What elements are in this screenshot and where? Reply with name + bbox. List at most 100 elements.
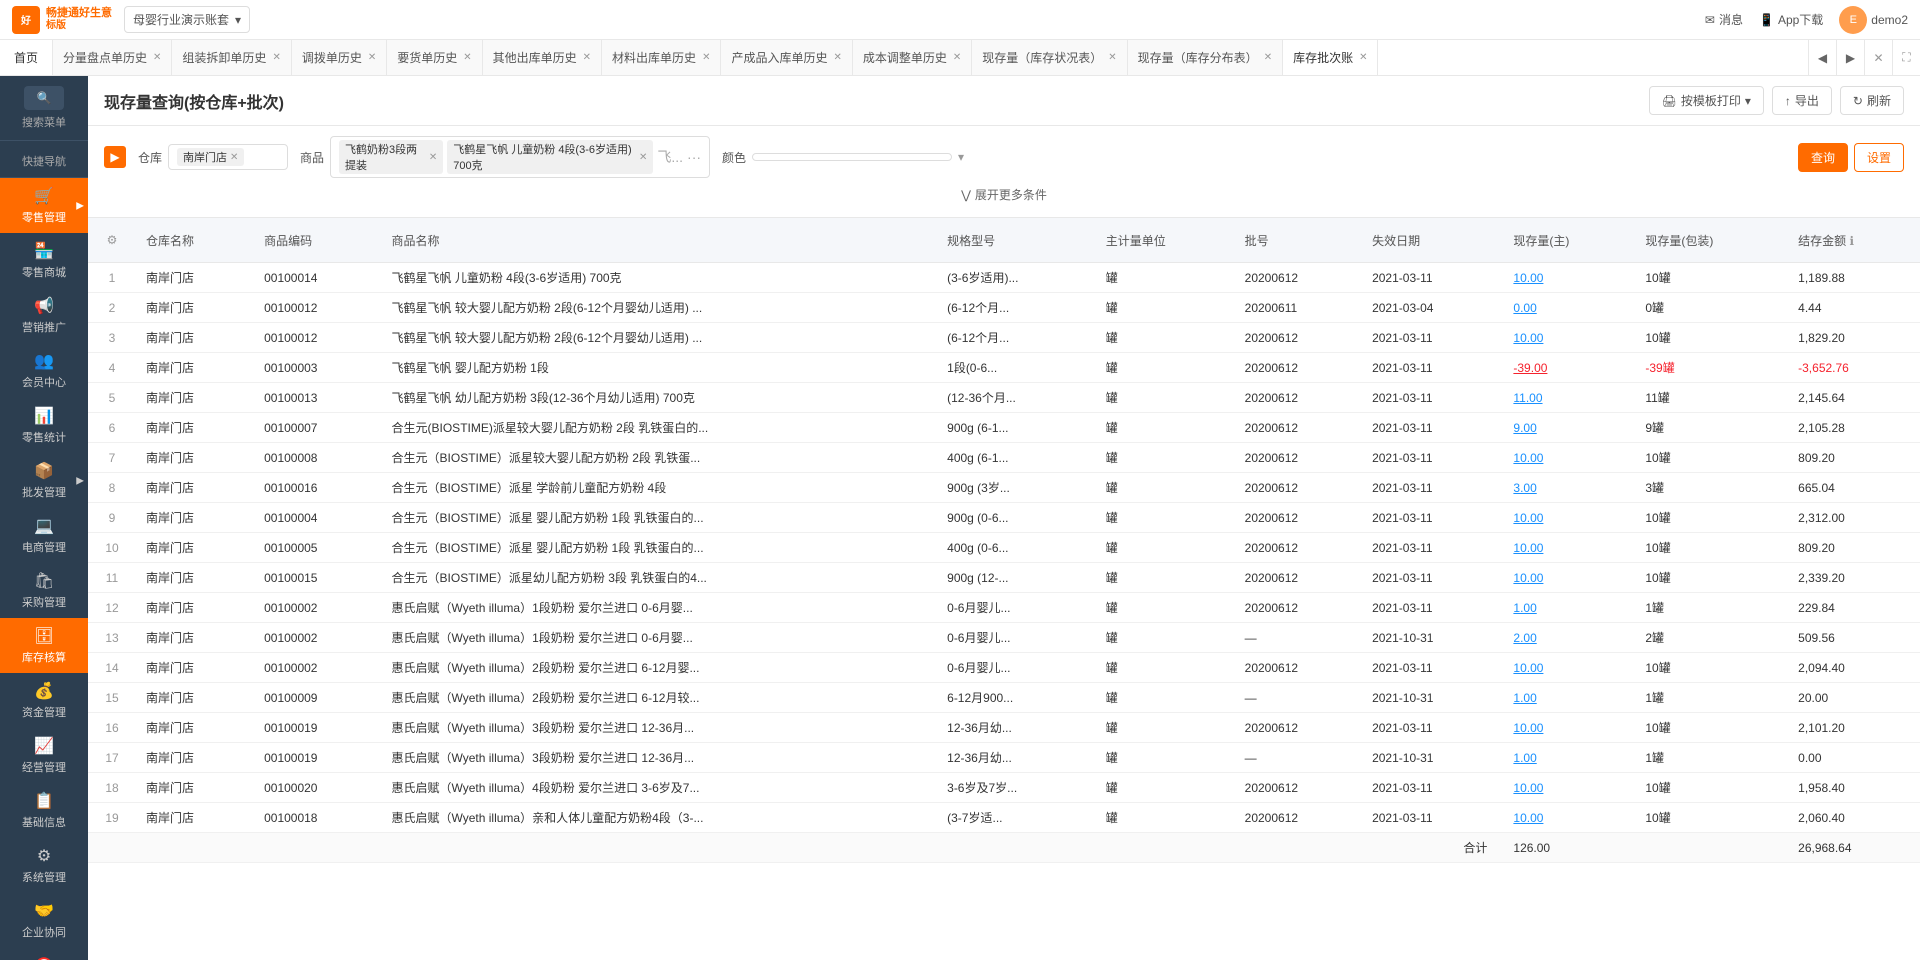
- tab-xiancun2[interactable]: 现存量（库存分布表） ✕: [1128, 40, 1283, 75]
- sidebar-item-inventory[interactable]: 🗄 库存核算: [0, 618, 88, 673]
- tab-qitachu[interactable]: 其他出库单历史 ✕: [483, 40, 602, 75]
- sidebar-item-basic-info[interactable]: 📋 基础信息: [0, 783, 88, 838]
- col-setting-icon[interactable]: ⚙: [98, 226, 126, 254]
- row-qty-main[interactable]: 3.00: [1503, 473, 1635, 503]
- row-code: 00100012: [254, 293, 381, 323]
- tab-close-icon[interactable]: ✕: [463, 52, 471, 63]
- sidebar-item-retail-mgmt[interactable]: 🛒 零售管理 ▶: [0, 178, 88, 233]
- tab-close-icon[interactable]: ✕: [153, 52, 161, 63]
- row-qty-main[interactable]: 10.00: [1503, 773, 1635, 803]
- sidebar-item-finance[interactable]: 💰 资金管理: [0, 673, 88, 728]
- warehouse-tag-close[interactable]: ✕: [230, 152, 238, 163]
- tab-close-icon[interactable]: ✕: [702, 52, 710, 63]
- tab-close-all-btn[interactable]: ✕: [1864, 40, 1892, 76]
- table-row: 14 南岸门店 00100002 惠氏启赋（Wyeth illuma）2段奶粉 …: [88, 653, 1920, 683]
- row-qty-main[interactable]: 10.00: [1503, 263, 1635, 293]
- tab-zuzchaijian[interactable]: 组装拆卸单历史 ✕: [172, 40, 291, 75]
- expand-more-btn[interactable]: ⋁ 展开更多条件: [949, 182, 1059, 207]
- row-qty-main[interactable]: 10.00: [1503, 503, 1635, 533]
- row-qty-main[interactable]: 9.00: [1503, 413, 1635, 443]
- tab-close-icon[interactable]: ✕: [1359, 52, 1367, 63]
- settings-btn[interactable]: 设置: [1854, 143, 1904, 172]
- product-ellipsis[interactable]: ···: [687, 149, 701, 165]
- row-qty-main[interactable]: 0.00: [1503, 293, 1635, 323]
- query-btn[interactable]: 查询: [1798, 143, 1848, 172]
- tab-close-icon[interactable]: ✕: [833, 52, 841, 63]
- search-input-btn[interactable]: 🔍: [24, 86, 64, 110]
- tab-close-icon[interactable]: ✕: [1264, 52, 1272, 63]
- row-num: 3: [88, 323, 136, 353]
- sidebar-item-wholesale[interactable]: 📦 批发管理 ▶: [0, 453, 88, 508]
- row-unit: 罐: [1096, 743, 1235, 773]
- query-buttons: 查询 设置: [1798, 143, 1904, 172]
- row-qty-main[interactable]: 10.00: [1503, 323, 1635, 353]
- product-filter: 商品 飞鹤奶粉3段两提装 ✕ 飞鹤星飞帆 儿童奶粉 4段(3-6岁适用) 700…: [300, 136, 710, 178]
- ecommerce-icon: 💻: [34, 516, 54, 536]
- table-row: 1 南岸门店 00100014 飞鹤星飞帆 儿童奶粉 4段(3-6岁适用) 70…: [88, 263, 1920, 293]
- row-qty-main[interactable]: 10.00: [1503, 653, 1635, 683]
- row-qty-main[interactable]: 2.00: [1503, 623, 1635, 653]
- tab-xiancun1[interactable]: 现存量（库存状况表） ✕: [972, 40, 1127, 75]
- sidebar-item-purchase[interactable]: 🛍 采购管理: [0, 563, 88, 618]
- tab-diaobodanls[interactable]: 调拨单历史 ✕: [292, 40, 387, 75]
- warehouse-tag-group[interactable]: 南岸门店 ✕: [168, 144, 288, 170]
- footer-amount-total: 26,968.64: [1788, 833, 1920, 863]
- export-btn[interactable]: ↑ 导出: [1772, 86, 1832, 115]
- tab-home[interactable]: 首页: [0, 40, 53, 75]
- row-expire: 2021-03-11: [1362, 653, 1503, 683]
- sidebar-item-retail-stats[interactable]: 📊 零售统计: [0, 398, 88, 453]
- row-qty-main[interactable]: 10.00: [1503, 803, 1635, 833]
- sidebar-item-system[interactable]: ⚙ 系统管理: [0, 838, 88, 893]
- row-warehouse: 南岸门店: [136, 593, 254, 623]
- row-qty-main[interactable]: 10.00: [1503, 713, 1635, 743]
- row-qty-main[interactable]: -39.00: [1503, 353, 1635, 383]
- tab-yaohuo[interactable]: 要货单历史 ✕: [387, 40, 482, 75]
- product-tag-group[interactable]: 飞鹤奶粉3段两提装 ✕ 飞鹤星飞帆 儿童奶粉 4段(3-6岁适用) 700克 ✕…: [330, 136, 710, 178]
- tab-cailiaochu[interactable]: 材料出库单历史 ✕: [602, 40, 721, 75]
- user-area[interactable]: E demo2: [1839, 6, 1908, 34]
- sidebar-item-members[interactable]: 👥 会员中心: [0, 343, 88, 398]
- message-btn[interactable]: ✉ 消息: [1705, 11, 1743, 28]
- tab-chanchenpin[interactable]: 产成品入库单历史 ✕: [721, 40, 852, 75]
- product-tag-close-2[interactable]: ✕: [639, 152, 647, 163]
- row-amount: 809.20: [1788, 443, 1920, 473]
- product-more-dots[interactable]: 飞...: [657, 147, 683, 167]
- refresh-btn[interactable]: ↻ 刷新: [1840, 86, 1904, 115]
- sidebar-item-collab[interactable]: 🤝 企业协同: [0, 893, 88, 948]
- tab-close-icon[interactable]: ✕: [1108, 52, 1116, 63]
- row-qty-pkg: 10罐: [1635, 263, 1788, 293]
- print-btn[interactable]: 🖨 按模板打印 ▾: [1649, 86, 1764, 115]
- row-batch: —: [1235, 743, 1362, 773]
- sidebar-item-ecommerce[interactable]: 💻 电商管理: [0, 508, 88, 563]
- tab-maximize-btn[interactable]: ⛶: [1892, 40, 1920, 76]
- tab-chenbentr[interactable]: 成本调整单历史 ✕: [853, 40, 972, 75]
- col-setting-header[interactable]: ⚙: [88, 218, 136, 263]
- search-icon: 🔍: [37, 91, 52, 105]
- row-qty-main[interactable]: 11.00: [1503, 383, 1635, 413]
- app-download-btn[interactable]: 📱 App下载: [1759, 11, 1823, 28]
- row-qty-main[interactable]: 10.00: [1503, 443, 1635, 473]
- row-expire: 2021-03-11: [1362, 413, 1503, 443]
- tab-close-icon[interactable]: ✕: [368, 52, 376, 63]
- tab-prev-btn[interactable]: ◀: [1808, 40, 1836, 76]
- tab-close-icon[interactable]: ✕: [953, 52, 961, 63]
- tab-close-icon[interactable]: ✕: [272, 52, 280, 63]
- row-warehouse: 南岸门店: [136, 323, 254, 353]
- row-qty-main[interactable]: 1.00: [1503, 593, 1635, 623]
- tab-kucunpici[interactable]: 库存批次账 ✕: [1283, 40, 1378, 75]
- tab-next-btn[interactable]: ▶: [1836, 40, 1864, 76]
- tab-fenliangpan[interactable]: 分量盘点单历史 ✕: [53, 40, 172, 75]
- sidebar-item-guide[interactable]: 🎯 新手引导: [0, 948, 88, 960]
- expand-filter-btn[interactable]: ▶: [104, 146, 126, 168]
- row-qty-main[interactable]: 10.00: [1503, 533, 1635, 563]
- account-selector[interactable]: 母婴行业演示账套 ▾: [124, 6, 250, 33]
- product-tag-close-1[interactable]: ✕: [429, 152, 437, 163]
- sidebar-item-marketing[interactable]: 📢 营销推广: [0, 288, 88, 343]
- tab-close-icon[interactable]: ✕: [583, 52, 591, 63]
- sidebar-item-retail-mall[interactable]: 🏪 零售商城: [0, 233, 88, 288]
- sidebar-item-operations[interactable]: 📈 经营管理: [0, 728, 88, 783]
- color-tag-group[interactable]: [752, 153, 952, 161]
- row-qty-main[interactable]: 1.00: [1503, 743, 1635, 773]
- row-qty-main[interactable]: 1.00: [1503, 683, 1635, 713]
- row-qty-main[interactable]: 10.00: [1503, 563, 1635, 593]
